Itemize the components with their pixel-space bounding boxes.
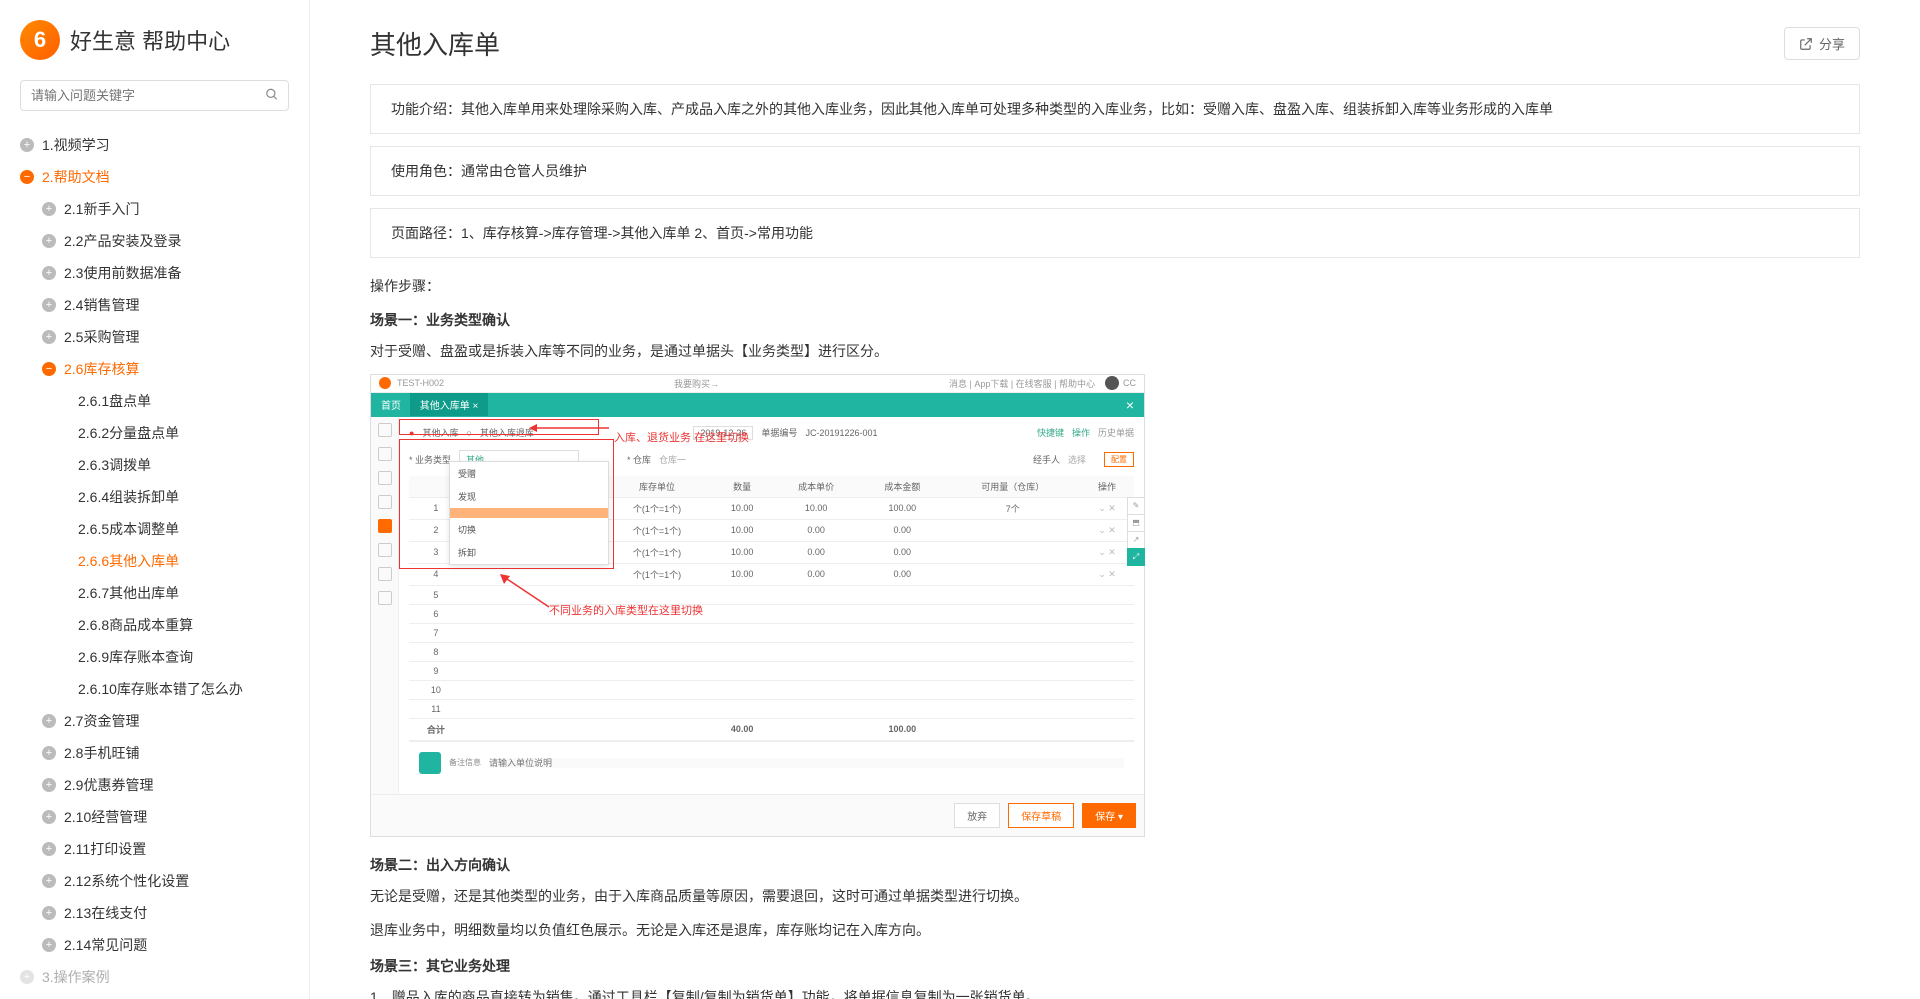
nav-2-11[interactable]: +2.11打印设置 <box>20 833 289 865</box>
nav-2-7[interactable]: +2.7资金管理 <box>20 705 289 737</box>
nav-2-3[interactable]: +2.3使用前数据准备 <box>20 257 289 289</box>
ss-biztype-dropdown: 受赠 发现 切换 拆卸 <box>449 461 609 565</box>
nav-tree: +1.视频学习 −2.帮助文档 +2.1新手入门 +2.2产品安装及登录 +2.… <box>20 129 289 993</box>
nav-2-13[interactable]: +2.13在线支付 <box>20 897 289 929</box>
main-content: 其他入库单 分享 功能介绍：其他入库单用来处理除采购入库、产成品入库之外的其他入… <box>310 0 1920 999</box>
path-box: 页面路径：1、库存核算->库存管理->其他入库单 2、首页->常用功能 <box>370 208 1860 258</box>
share-button[interactable]: 分享 <box>1784 27 1860 60</box>
brand-text: 好生意 帮助中心 <box>70 24 230 56</box>
nav-2-10[interactable]: +2.10经营管理 <box>20 801 289 833</box>
logo-icon: 6 <box>20 20 60 60</box>
ss-memo-input <box>489 758 1124 768</box>
nav-2-6-10[interactable]: 2.6.10库存账本错了怎么办 <box>20 673 289 705</box>
scene3-p1: 1、赠品入库的商品直接转为销售。通过工具栏【复制/复制为销货单】功能，将单据信息… <box>370 986 1860 999</box>
nav-2-6-2[interactable]: 2.6.2分量盘点单 <box>20 417 289 449</box>
nav-2-12[interactable]: +2.12系统个性化设置 <box>20 865 289 897</box>
nav-2-4[interactable]: +2.4销售管理 <box>20 289 289 321</box>
role-text: 通常由仓管人员维护 <box>461 163 587 179</box>
demo-screenshot: TEST-H002 我要购买→ 消息 | App下载 | 在线客服 | 帮助中心… <box>370 374 1145 837</box>
search-input[interactable] <box>20 80 289 111</box>
search-box <box>20 80 289 111</box>
scene2-title: 场景二：出入方向确认 <box>370 855 1860 875</box>
ss-right-tools: ✎⬒↗⤢ <box>1127 497 1145 565</box>
nav-docs[interactable]: −2.帮助文档 <box>20 161 289 193</box>
role-label: 使用角色： <box>391 163 461 179</box>
ss-tab-doc: 其他入库单 × <box>410 393 489 416</box>
steps-label: 操作步骤： <box>370 276 1860 296</box>
scene3-title: 场景三：其它业务处理 <box>370 956 1860 976</box>
page-title: 其他入库单 <box>370 25 500 62</box>
memo-icon <box>419 752 441 774</box>
ss-sidebar <box>371 417 399 794</box>
ss-draft-button: 保存草稿 <box>1008 803 1074 828</box>
role-box: 使用角色：通常由仓管人员维护 <box>370 146 1860 196</box>
nav-2-2[interactable]: +2.2产品安装及登录 <box>20 225 289 257</box>
nav-2-5[interactable]: +2.5采购管理 <box>20 321 289 353</box>
nav-video[interactable]: +1.视频学习 <box>20 129 289 161</box>
nav-2-6-9[interactable]: 2.6.9库存账本查询 <box>20 641 289 673</box>
intro-label: 功能介绍： <box>391 101 461 117</box>
avatar-icon <box>1105 376 1119 390</box>
ss-buy-button: 我要购买→ <box>674 377 719 390</box>
nav-2-6-3[interactable]: 2.6.3调拨单 <box>20 449 289 481</box>
scene2-p2: 退库业务中，明细数量均以负值红色展示。无论是入库还是退库，库存账均记在入库方向。 <box>370 919 1860 943</box>
intro-box: 功能介绍：其他入库单用来处理除采购入库、产成品入库之外的其他入库业务，因此其他入… <box>370 84 1860 134</box>
nav-2-6-8[interactable]: 2.6.8商品成本重算 <box>20 609 289 641</box>
nav-cases[interactable]: +3.操作案例 <box>20 961 289 993</box>
ss-save-button: 保存 ▾ <box>1082 803 1136 828</box>
share-icon <box>1799 37 1813 51</box>
scene1-text: 对于受赠、盘盈或是拆装入库等不同的业务，是通过单据头【业务类型】进行区分。 <box>370 340 1860 364</box>
nav-2-9[interactable]: +2.9优惠券管理 <box>20 769 289 801</box>
nav-2-14[interactable]: +2.14常见问题 <box>20 929 289 961</box>
ss-cancel-button: 放弃 <box>954 803 1000 828</box>
brand: 6 好生意 帮助中心 <box>20 20 289 60</box>
nav-2-6-1[interactable]: 2.6.1盘点单 <box>20 385 289 417</box>
sidebar: 6 好生意 帮助中心 +1.视频学习 −2.帮助文档 +2.1新手入门 +2.2… <box>0 0 310 999</box>
path-text: 1、库存核算->库存管理->其他入库单 2、首页->常用功能 <box>461 225 813 241</box>
intro-text: 其他入库单用来处理除采购入库、产成品入库之外的其他入库业务，因此其他入库单可处理… <box>461 101 1553 117</box>
ss-tab-home: 首页 <box>381 401 401 412</box>
scene2-p1: 无论是受赠，还是其他类型的业务，由于入库商品质量等原因，需要退回，这时可通过单据… <box>370 885 1860 909</box>
path-label: 页面路径： <box>391 225 461 241</box>
ss-logo-icon <box>379 377 391 389</box>
nav-2-6-6[interactable]: 2.6.6其他入库单 <box>20 545 289 577</box>
nav-2-6-7[interactable]: 2.6.7其他出库单 <box>20 577 289 609</box>
nav-2-1[interactable]: +2.1新手入门 <box>20 193 289 225</box>
search-icon[interactable] <box>265 87 279 104</box>
nav-2-6-5[interactable]: 2.6.5成本调整单 <box>20 513 289 545</box>
scene1-title: 场景一：业务类型确认 <box>370 310 1860 330</box>
nav-2-8[interactable]: +2.8手机旺铺 <box>20 737 289 769</box>
nav-2-6-4[interactable]: 2.6.4组装拆卸单 <box>20 481 289 513</box>
nav-2-6[interactable]: −2.6库存核算 <box>20 353 289 385</box>
content-body: 操作步骤： 场景一：业务类型确认 对于受赠、盘盈或是拆装入库等不同的业务，是通过… <box>370 276 1860 999</box>
